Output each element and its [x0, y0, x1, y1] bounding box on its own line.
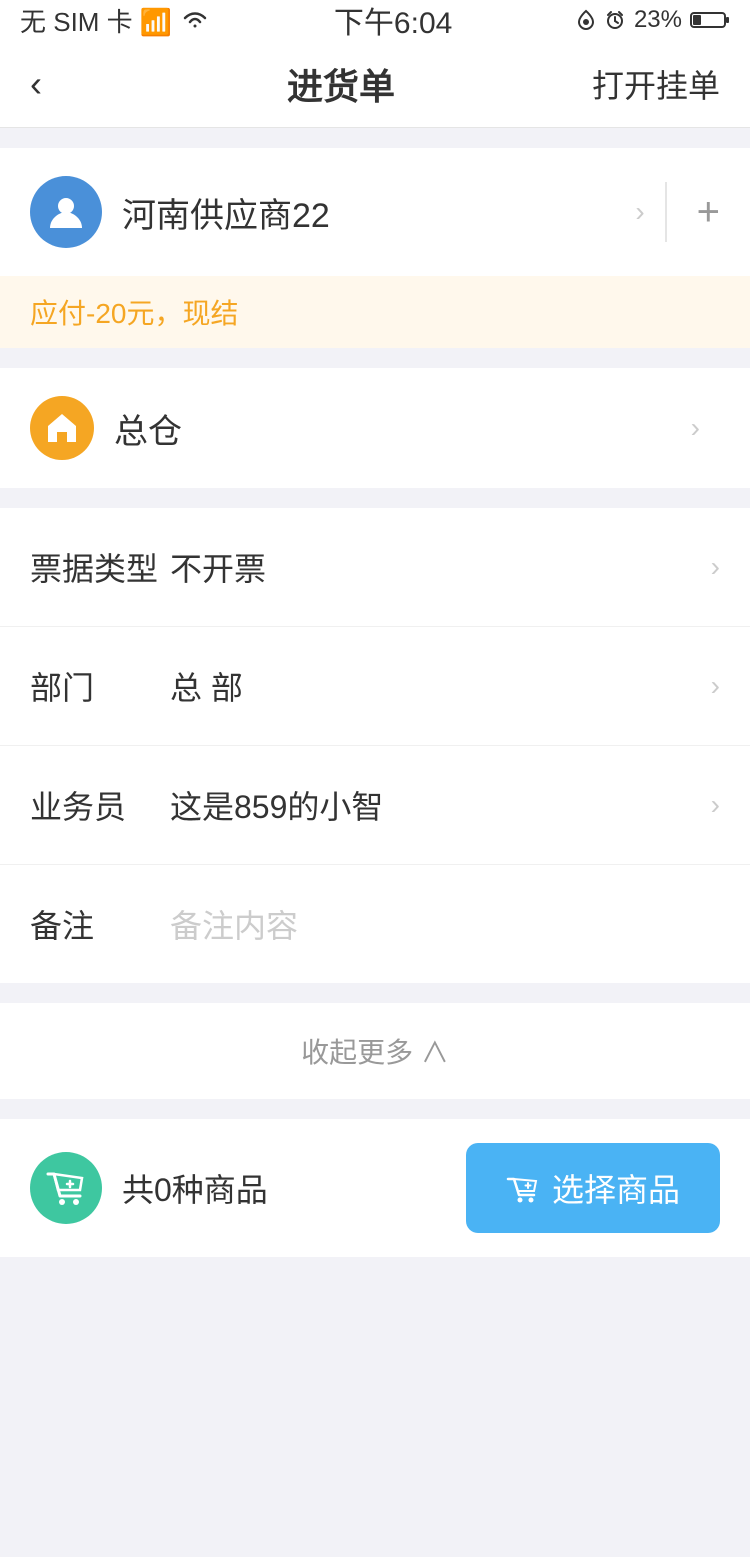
department-chevron-icon: ›: [711, 670, 720, 702]
page-background: [0, 1257, 750, 1557]
supplier-row[interactable]: 河南供应商22 › +: [0, 148, 750, 276]
form-section: 票据类型 不开票 › 部门 总 部 › 业务员 这是859的小智 › 备注 备注…: [0, 508, 750, 983]
salesperson-chevron-icon: ›: [711, 789, 720, 821]
invoice-type-row[interactable]: 票据类型 不开票 ›: [0, 508, 750, 627]
page-title: 进货单: [287, 58, 395, 110]
department-row[interactable]: 部门 总 部 ›: [0, 627, 750, 746]
bottom-bar: 共0种商品 选择商品: [0, 1119, 750, 1257]
select-product-button[interactable]: 选择商品: [466, 1143, 720, 1233]
department-label: 部门: [30, 663, 170, 709]
remark-input[interactable]: 备注内容: [170, 901, 720, 947]
invoice-type-chevron-icon: ›: [711, 551, 720, 583]
person-icon: [44, 190, 88, 234]
collapse-label: 收起更多 ∧: [301, 1031, 449, 1071]
salesperson-row[interactable]: 业务员 这是859的小智 ›: [0, 746, 750, 865]
sim-wifi-label: 无 SIM 卡 📶: [20, 2, 172, 39]
location-icon: [576, 9, 596, 31]
cart-icon-wrap: [30, 1152, 102, 1224]
department-value: 总 部: [170, 663, 701, 709]
warehouse-chevron-icon: ›: [691, 412, 700, 444]
remark-label: 备注: [30, 901, 170, 947]
salesperson-label: 业务员: [30, 782, 170, 828]
select-product-icon: [506, 1173, 540, 1203]
supplier-name: 河南供应商22: [122, 188, 635, 237]
open-pending-button[interactable]: 打开挂单: [592, 61, 720, 107]
status-time: 下午6:04: [334, 0, 452, 42]
salesperson-value: 这是859的小智: [170, 782, 701, 828]
wifi-icon: [180, 9, 210, 31]
collapse-button[interactable]: 收起更多 ∧: [0, 1003, 750, 1099]
battery-label: 23%: [634, 6, 682, 34]
supplier-section: 河南供应商22 › + 应付-20元，现结: [0, 148, 750, 348]
notice-banner: 应付-20元，现结: [0, 276, 750, 348]
add-supplier-button[interactable]: +: [697, 192, 720, 232]
invoice-type-value: 不开票: [170, 544, 701, 590]
warehouse-name: 总仓: [114, 404, 691, 453]
invoice-type-label: 票据类型: [30, 544, 170, 590]
nav-bar: ‹ 进货单 打开挂单: [0, 40, 750, 128]
cart-icon: [46, 1170, 86, 1206]
warehouse-row[interactable]: 总仓 ›: [0, 368, 750, 488]
back-button[interactable]: ‹: [30, 63, 90, 105]
warehouse-icon: [30, 396, 94, 460]
supplier-divider: [665, 182, 667, 242]
remark-row[interactable]: 备注 备注内容: [0, 865, 750, 983]
status-right: 23%: [576, 6, 730, 34]
status-bar: 无 SIM 卡 📶 下午6:04 23%: [0, 0, 750, 40]
select-product-label: 选择商品: [552, 1165, 680, 1211]
status-left: 无 SIM 卡 📶: [20, 2, 210, 39]
supplier-avatar: [30, 176, 102, 248]
battery-icon: [690, 10, 730, 30]
alarm-icon: [604, 9, 626, 31]
supplier-chevron-icon: ›: [635, 196, 644, 228]
product-count: 共0种商品: [122, 1165, 466, 1211]
house-icon: [44, 410, 80, 446]
